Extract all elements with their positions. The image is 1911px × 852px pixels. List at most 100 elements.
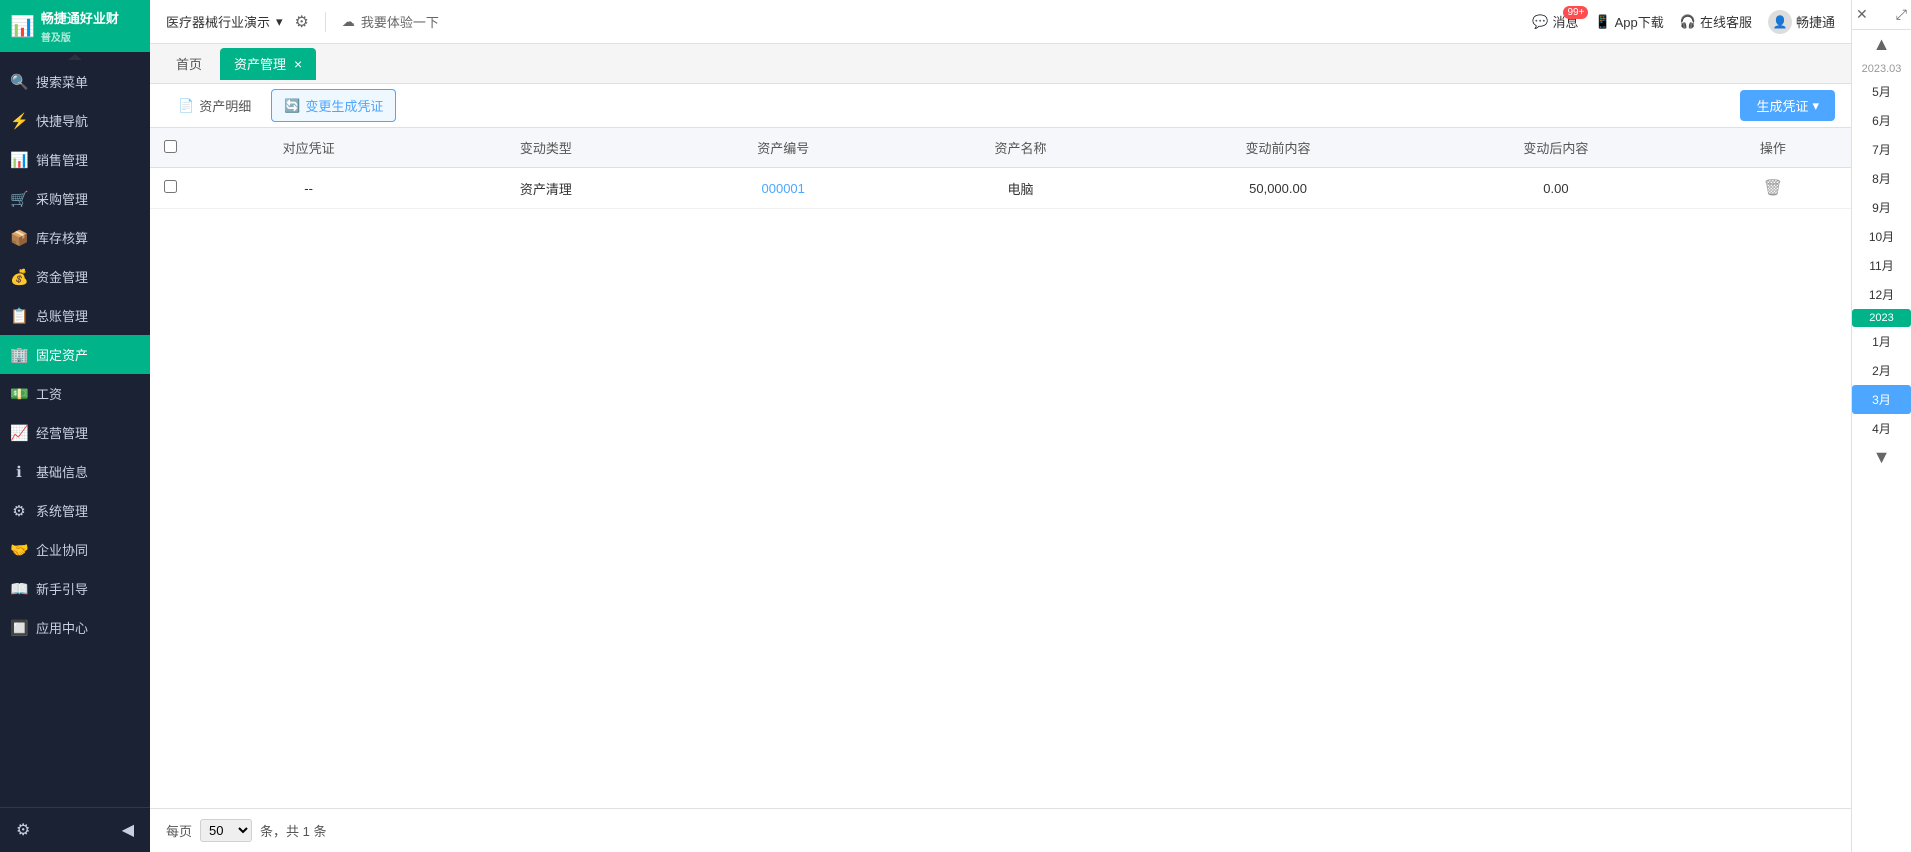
- col-voucher: 对应凭证: [190, 128, 427, 168]
- avatar: 👤: [1768, 10, 1792, 34]
- month-5[interactable]: 5月: [1852, 77, 1911, 106]
- sidebar-item-label: 采购管理: [36, 189, 88, 208]
- month-11[interactable]: 11月: [1852, 251, 1911, 280]
- topbar-settings-icon[interactable]: ⚙: [295, 12, 309, 32]
- main-area: 医疗器械行业演示 ▾ ⚙ ☁ 我要体验一下 💬 消息 99+ 📱 App下载 🎧…: [150, 0, 1851, 852]
- row-change-type: 资产清理: [427, 168, 664, 209]
- sidebar-item-guide[interactable]: 📖 新手引导: [0, 569, 150, 608]
- sidebar-logo: 📊 畅捷通好业财 普及版: [0, 0, 150, 52]
- company-selector[interactable]: 医疗器械行业演示 ▾: [166, 12, 283, 31]
- sidebar-item-search[interactable]: 🔍 搜索菜单: [0, 62, 150, 101]
- sidebar-item-label: 基础信息: [36, 462, 88, 481]
- per-page-label: 每页: [166, 821, 192, 840]
- col-action: 操作: [1695, 128, 1851, 168]
- tab-home[interactable]: 首页: [162, 48, 216, 80]
- sidebar-item-sales[interactable]: 📊 销售管理: [0, 140, 150, 179]
- sidebar-scroll-up: [0, 52, 150, 62]
- sidebar-item-label: 经营管理: [36, 423, 88, 442]
- topbar: 医疗器械行业演示 ▾ ⚙ ☁ 我要体验一下 💬 消息 99+ 📱 App下载 🎧…: [150, 0, 1851, 44]
- app-download-button[interactable]: 📱 App下载: [1594, 12, 1663, 31]
- row-asset-name: 电脑: [902, 168, 1139, 209]
- user-menu[interactable]: 👤 畅捷通: [1768, 10, 1835, 34]
- sidebar-item-ledger[interactable]: 📋 总账管理: [0, 296, 150, 335]
- month-4[interactable]: 4月: [1852, 414, 1911, 443]
- month-2[interactable]: 2月: [1852, 356, 1911, 385]
- search-icon: 🔍: [10, 73, 28, 91]
- month-8[interactable]: 8月: [1852, 164, 1911, 193]
- operations-icon: 📈: [10, 424, 28, 442]
- sidebar-item-appcenter[interactable]: 🔲 应用中心: [0, 608, 150, 647]
- sidebar-item-salary[interactable]: 💵 工资: [0, 374, 150, 413]
- col-asset-name: 资产名称: [902, 128, 1139, 168]
- col-asset-no: 资产编号: [665, 128, 902, 168]
- month-9[interactable]: 9月: [1852, 193, 1911, 222]
- sidebar-item-label: 工资: [36, 384, 62, 403]
- select-all-checkbox[interactable]: [164, 140, 177, 153]
- sidebar-item-label: 固定资产: [36, 345, 88, 364]
- finance-icon: 💰: [10, 268, 28, 286]
- logo-text: 畅捷通好业财: [41, 8, 119, 27]
- per-page-select[interactable]: 50 10 20 100: [200, 819, 252, 842]
- sidebar: 📊 畅捷通好业财 普及版 🔍 搜索菜单 ⚡ 快捷导航 📊 销售管理 🛒 采购管理…: [0, 0, 150, 852]
- month-6[interactable]: 6月: [1852, 106, 1911, 135]
- sidebar-item-label: 系统管理: [36, 501, 88, 520]
- sidebar-item-inventory[interactable]: 📦 库存核算: [0, 218, 150, 257]
- sidebar-item-system[interactable]: ⚙ 系统管理: [0, 491, 150, 530]
- calendar-panel: ✕ ⤢ ▲ 2023.03 5月 6月 7月 8月 9月 10月 11月 12月…: [1851, 0, 1911, 852]
- sidebar-item-collab[interactable]: 🤝 企业协同: [0, 530, 150, 569]
- sidebar-item-operations[interactable]: 📈 经营管理: [0, 413, 150, 452]
- year-past-label: 2023.03: [1862, 59, 1902, 77]
- month-12[interactable]: 12月: [1852, 280, 1911, 309]
- calendar-nav-up[interactable]: ▲: [1852, 30, 1911, 59]
- message-icon: 💬: [1532, 14, 1548, 30]
- collapse-button[interactable]: ◀: [118, 816, 138, 844]
- guide-icon: 📖: [10, 580, 28, 598]
- inventory-icon: 📦: [10, 229, 28, 247]
- sidebar-item-fixedassets[interactable]: 🏢 固定资产: [0, 335, 150, 374]
- dropdown-icon: ▾: [1812, 98, 1819, 114]
- online-service-button[interactable]: 🎧 在线客服: [1680, 12, 1752, 31]
- month-1[interactable]: 1月: [1852, 327, 1911, 356]
- table-icon: 📄: [178, 98, 194, 114]
- tab-close-icon[interactable]: ×: [294, 56, 302, 72]
- checkbox-header: [150, 128, 190, 168]
- delete-button[interactable]: 🗑: [1763, 178, 1783, 198]
- dropdown-icon: ▾: [276, 14, 283, 30]
- sidebar-item-label: 新手引导: [36, 579, 88, 598]
- app-icon: 📱: [1594, 14, 1610, 30]
- calendar-nav-down[interactable]: ▼: [1852, 443, 1911, 472]
- sidebar-item-label: 企业协同: [36, 540, 88, 559]
- sidebar-bottom: ⚙ ◀: [0, 807, 150, 852]
- company-name: 医疗器械行业演示: [166, 12, 270, 31]
- table-header-row: 对应凭证 变动类型 资产编号 资产名称 变动前内容: [150, 128, 1851, 168]
- sidebar-item-purchase[interactable]: 🛒 采购管理: [0, 179, 150, 218]
- message-badge: 99+: [1563, 6, 1588, 19]
- pagination: 每页 50 10 20 100 条，共 1 条: [150, 808, 1851, 852]
- row-checkbox-cell: [150, 168, 190, 209]
- sidebar-item-label: 应用中心: [36, 618, 88, 637]
- sidebar-item-label: 销售管理: [36, 150, 88, 169]
- experience-button[interactable]: ☁ 我要体验一下: [342, 12, 439, 31]
- sidebar-item-basicinfo[interactable]: ℹ 基础信息: [0, 452, 150, 491]
- sidebar-item-label: 搜索菜单: [36, 72, 88, 91]
- sidebar-item-quicknav[interactable]: ⚡ 快捷导航: [0, 101, 150, 140]
- subtab-asset-detail[interactable]: 📄 资产明细: [166, 90, 263, 121]
- service-icon: 🎧: [1680, 14, 1696, 30]
- message-button[interactable]: 💬 消息 99+: [1532, 12, 1578, 31]
- tab-asset-management[interactable]: 资产管理 ×: [220, 48, 316, 80]
- generate-voucher-button[interactable]: 生成凭证 ▾: [1740, 90, 1835, 121]
- month-3-active[interactable]: 3月: [1852, 385, 1911, 414]
- month-10[interactable]: 10月: [1852, 222, 1911, 251]
- topbar-right: 💬 消息 99+ 📱 App下载 🎧 在线客服 👤 畅捷通: [1532, 10, 1835, 34]
- month-7[interactable]: 7月: [1852, 135, 1911, 164]
- settings-button[interactable]: ⚙: [12, 816, 34, 844]
- col-change-type: 变动类型: [427, 128, 664, 168]
- calendar-expand-button[interactable]: ⤢: [1896, 6, 1907, 23]
- sidebar-item-finance[interactable]: 💰 资金管理: [0, 257, 150, 296]
- row-checkbox[interactable]: [164, 180, 177, 193]
- fixedassets-icon: 🏢: [10, 346, 28, 364]
- calendar-close-button[interactable]: ✕: [1856, 6, 1868, 23]
- system-icon: ⚙: [10, 502, 28, 520]
- subtab-change-voucher[interactable]: 🔄 变更生成凭证: [271, 89, 396, 122]
- basicinfo-icon: ℹ: [10, 463, 28, 481]
